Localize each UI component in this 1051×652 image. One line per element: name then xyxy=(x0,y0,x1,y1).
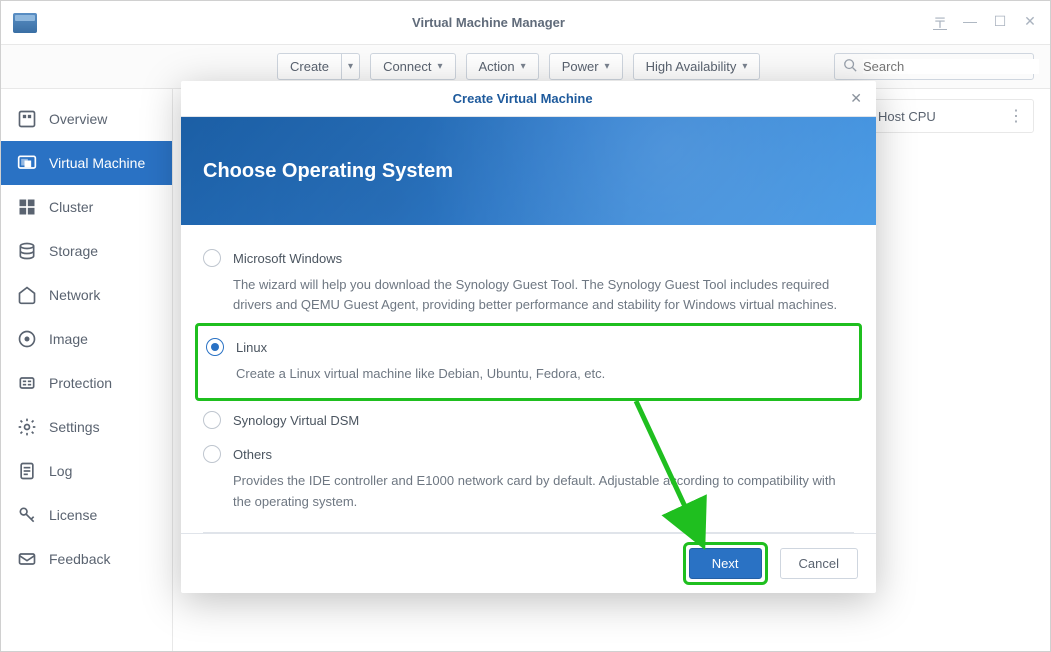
connect-button[interactable]: Connect▾ xyxy=(370,53,455,80)
minimize-icon[interactable]: — xyxy=(962,13,978,33)
cancel-button[interactable]: Cancel xyxy=(780,548,858,579)
mail-icon xyxy=(17,549,37,569)
sidebar-item-protection[interactable]: Protection xyxy=(1,361,172,405)
os-option-label: Linux xyxy=(236,340,267,355)
gear-icon xyxy=(17,417,37,437)
sidebar-item-settings[interactable]: Settings xyxy=(1,405,172,449)
os-option-desc: Create a Linux virtual machine like Debi… xyxy=(206,356,851,388)
os-radio-row[interactable]: Linux xyxy=(206,338,851,356)
os-option-others: Others Provides the IDE controller and E… xyxy=(203,439,854,525)
key-icon xyxy=(17,505,37,525)
sidebar-item-label: Overview xyxy=(49,111,107,127)
os-radio-row[interactable]: Synology Virtual DSM xyxy=(203,411,854,429)
search-input[interactable] xyxy=(863,59,1039,74)
os-option-desc: Provides the IDE controller and E1000 ne… xyxy=(203,463,854,515)
high-availability-button[interactable]: High Availability▾ xyxy=(633,53,761,80)
sidebar-item-label: Virtual Machine xyxy=(49,155,145,171)
dialog-heading: Choose Operating System xyxy=(203,160,453,183)
close-window-icon[interactable]: ✕ xyxy=(1022,13,1038,33)
network-icon xyxy=(17,285,37,305)
app-window: Virtual Machine Manager 〒 — ☐ ✕ Create ▾… xyxy=(0,0,1051,652)
underline-icon[interactable]: 〒 xyxy=(932,13,948,33)
annotation-highlight-next: Next xyxy=(683,542,768,585)
os-option-windows: Microsoft Windows The wizard will help y… xyxy=(203,243,854,329)
sidebar-item-virtual-machine[interactable]: Virtual Machine xyxy=(1,141,172,185)
sidebar-item-label: Image xyxy=(49,331,88,347)
search-icon xyxy=(843,58,857,75)
create-button-group: Create ▾ xyxy=(277,53,360,80)
titlebar: Virtual Machine Manager 〒 — ☐ ✕ xyxy=(1,1,1050,45)
os-option-linux: Linux Create a Linux virtual machine lik… xyxy=(206,332,851,390)
create-vm-dialog: Create Virtual Machine ✕ Choose Operatin… xyxy=(181,81,876,593)
dialog-titlebar: Create Virtual Machine ✕ xyxy=(181,81,876,117)
protection-icon xyxy=(17,373,37,393)
sidebar-item-label: Feedback xyxy=(49,551,110,567)
sidebar-item-label: Cluster xyxy=(49,199,93,215)
dialog-footer: Next Cancel xyxy=(181,533,876,593)
dialog-title: Create Virtual Machine xyxy=(195,91,850,106)
os-option-label: Others xyxy=(233,447,272,462)
close-dialog-icon[interactable]: ✕ xyxy=(850,90,862,107)
create-dropdown-caret[interactable]: ▾ xyxy=(342,53,360,80)
annotation-highlight-box: Linux Create a Linux virtual machine lik… xyxy=(195,323,862,401)
sidebar-item-log[interactable]: Log xyxy=(1,449,172,493)
sidebar-item-label: Protection xyxy=(49,375,112,391)
create-button[interactable]: Create xyxy=(277,53,342,80)
sidebar: Overview Virtual Machine Cluster Storage… xyxy=(1,89,173,651)
app-icon xyxy=(13,13,37,33)
sidebar-item-storage[interactable]: Storage xyxy=(1,229,172,273)
sidebar-item-label: Storage xyxy=(49,243,98,259)
radio-icon[interactable] xyxy=(203,445,221,463)
column-menu-icon[interactable]: ⋮ xyxy=(1008,106,1025,126)
sidebar-item-license[interactable]: License xyxy=(1,493,172,537)
radio-icon[interactable] xyxy=(206,338,224,356)
os-radio-row[interactable]: Microsoft Windows xyxy=(203,249,854,267)
sidebar-item-cluster[interactable]: Cluster xyxy=(1,185,172,229)
search-box[interactable] xyxy=(834,53,1034,80)
dialog-body: Microsoft Windows The wizard will help y… xyxy=(181,225,876,533)
storage-icon xyxy=(17,241,37,261)
sidebar-item-overview[interactable]: Overview xyxy=(1,97,172,141)
sidebar-item-image[interactable]: Image xyxy=(1,317,172,361)
os-option-label: Synology Virtual DSM xyxy=(233,413,359,428)
virtual-machine-icon xyxy=(17,153,37,173)
overview-icon xyxy=(17,109,37,129)
sidebar-item-label: Network xyxy=(49,287,100,303)
power-button[interactable]: Power▾ xyxy=(549,53,623,80)
sidebar-item-network[interactable]: Network xyxy=(1,273,172,317)
os-option-vdsm: Synology Virtual DSM xyxy=(203,405,854,439)
column-header-host-cpu[interactable]: Host CPU xyxy=(878,109,936,124)
sidebar-item-label: Log xyxy=(49,463,72,479)
action-button[interactable]: Action▾ xyxy=(466,53,539,80)
dialog-hero: Choose Operating System xyxy=(181,117,876,225)
image-icon xyxy=(17,329,37,349)
sidebar-item-feedback[interactable]: Feedback xyxy=(1,537,172,581)
os-option-label: Microsoft Windows xyxy=(233,251,342,266)
sidebar-item-label: Settings xyxy=(49,419,100,435)
radio-icon[interactable] xyxy=(203,249,221,267)
next-button[interactable]: Next xyxy=(689,548,762,579)
log-icon xyxy=(17,461,37,481)
window-title: Virtual Machine Manager xyxy=(45,15,932,30)
maximize-icon[interactable]: ☐ xyxy=(992,13,1008,33)
os-radio-row[interactable]: Others xyxy=(203,445,854,463)
sidebar-item-label: License xyxy=(49,507,97,523)
os-option-desc: The wizard will help you download the Sy… xyxy=(203,267,854,319)
window-controls: 〒 — ☐ ✕ xyxy=(932,13,1038,33)
radio-icon[interactable] xyxy=(203,411,221,429)
cluster-icon xyxy=(17,197,37,217)
